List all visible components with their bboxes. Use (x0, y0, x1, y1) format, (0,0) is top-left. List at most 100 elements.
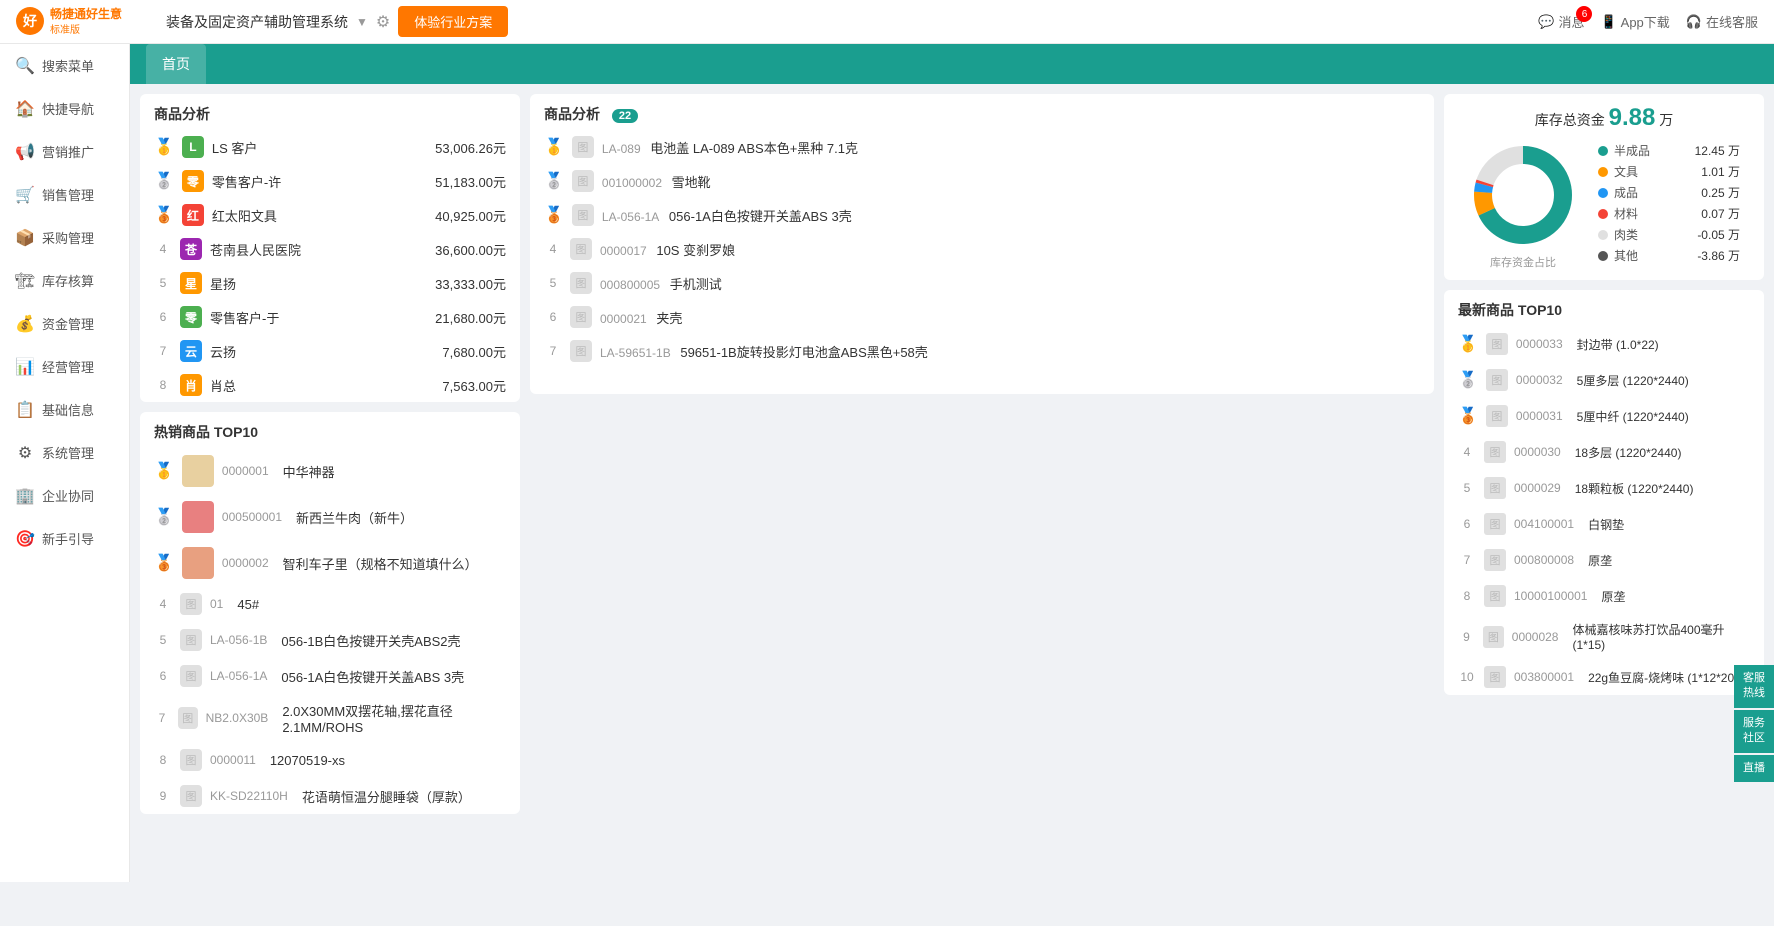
purchase-icon: 📦 (16, 229, 34, 247)
new-product-item: 🥇 图 0000033 封边带 (1.0*22) (1444, 326, 1764, 362)
float-service-btn[interactable]: 客服热线 (1734, 665, 1774, 708)
new-product-icon: 图 (1484, 513, 1506, 535)
sidebar-item-search[interactable]: 🔍搜索菜单 (0, 44, 129, 87)
main-content: 首页 商品分析 🥇 L LS 客户 53,006.26元 🥈 零 零售客户-许 … (130, 44, 1774, 882)
system-name: 装备及固定资产辅助管理系统 (166, 12, 348, 32)
finance-icon: 💰 (16, 315, 34, 333)
top-customer-item: 4 苍 苍南县人民医院 36,600.00元 (140, 232, 520, 266)
product-thumb-placeholder: 图 (180, 629, 202, 651)
product-thumb-placeholder: 图 (180, 785, 202, 807)
app-download-button[interactable]: 📱 App下载 (1600, 12, 1669, 31)
sidebar-item-base[interactable]: 📋基础信息 (0, 388, 129, 431)
sidebar-item-guide[interactable]: 🎯新手引导 (0, 517, 129, 560)
sidebar-item-operations[interactable]: 📊经营管理 (0, 345, 129, 388)
float-live-btn[interactable]: 直播 (1734, 755, 1774, 782)
legend-dot (1598, 209, 1608, 219)
legend-item: 材料 0.07 万 (1598, 205, 1740, 222)
new-product-item: 7 图 000800008 原垄 (1444, 542, 1764, 578)
donut-chart (1468, 140, 1578, 250)
right-panel: 库存总资金 9.88 万 (1444, 94, 1764, 872)
medal-bronze-icon: 🥉 (154, 205, 174, 225)
np-code: 003800001 (1514, 670, 1574, 684)
rank-num: 8 (154, 753, 172, 767)
medal-bronze-icon: 🥉 (1458, 406, 1478, 426)
customer-amount: 53,006.26元 (435, 138, 506, 157)
customer-amount: 40,925.00元 (435, 206, 506, 225)
customer-badge: 星 (180, 272, 202, 294)
legend-dot (1598, 167, 1608, 177)
np-code: 0000029 (1514, 481, 1561, 495)
mid-panel: 商品分析 22 🥇 图 LA-089 电池盖 LA-089 ABS本色+黑种 7… (530, 94, 1434, 872)
legend-value: 12.45 万 (1695, 142, 1740, 159)
new-product-icon: 图 (1484, 666, 1506, 688)
hot-product-item: 🥇 0000001 中华神器 (140, 448, 520, 494)
customer-amount: 51,183.00元 (435, 172, 506, 191)
new-product-icon: 图 (1484, 585, 1506, 607)
top-customer-item: 8 肖 肖总 7,563.00元 (140, 368, 520, 402)
np-name: 原垄 (1588, 552, 1612, 569)
sidebar-label: 搜索菜单 (42, 56, 94, 75)
rank-num: 6 (154, 669, 172, 683)
sidebar-item-inventory[interactable]: 🏗库存核算 (0, 259, 129, 302)
customer-name: 苍南县人民医院 (210, 240, 427, 259)
product-name: 056-1A白色按键开关盖ABS 3壳 (281, 667, 464, 686)
mid-products-card: 商品分析 22 🥇 图 LA-089 电池盖 LA-089 ABS本色+黑种 7… (530, 94, 1434, 394)
rank-num: 6 (544, 310, 562, 324)
mid-product-item: 7 图 LA-59651-1B 59651-1B旋转投影灯电池盒ABS黑色+58… (530, 334, 1434, 368)
legend-value: 1.01 万 (1701, 163, 1740, 180)
np-code: 0000028 (1512, 630, 1559, 644)
sidebar-label: 快捷导航 (42, 99, 94, 118)
medal-silver-icon: 🥈 (154, 171, 174, 191)
marketing-icon: 📢 (16, 143, 34, 161)
mid-product-name: 电池盖 LA-089 ABS本色+黑种 7.1克 (650, 141, 858, 156)
mid-product-item: 5 图 000800005 手机测试 (530, 266, 1434, 300)
hot-product-item: 6 图 LA-056-1A 056-1A白色按键开关盖ABS 3壳 (140, 658, 520, 694)
legend-label: 半成品 (1614, 142, 1689, 159)
hot-product-item: 8 图 0000011 12070519-xs (140, 742, 520, 778)
sidebar-item-system[interactable]: ⚙系统管理 (0, 431, 129, 474)
new-product-icon: 图 (1484, 441, 1506, 463)
message-button[interactable]: 💬 消息 6 (1538, 12, 1584, 31)
customer-amount: 33,333.00元 (435, 274, 506, 293)
hot-product-item: 🥉 0000002 智利车子里（规格不知道填什么） (140, 540, 520, 586)
np-code: 0000032 (1516, 373, 1563, 387)
inventory-legend: 半成品 12.45 万 文具 1.01 万 成品 0.25 万 材料 0.07 … (1598, 142, 1740, 268)
float-community-btn[interactable]: 服务社区 (1734, 710, 1774, 753)
rank-num: 9 (1458, 630, 1475, 644)
trial-button[interactable]: 体验行业方案 (398, 6, 508, 37)
sidebar-item-sales[interactable]: 🛒销售管理 (0, 173, 129, 216)
sidebar-item-nav[interactable]: 🏠 快捷导航 (0, 87, 129, 130)
dropdown-arrow-icon[interactable]: ▼ (356, 15, 368, 29)
product-thumb (182, 501, 214, 533)
legend-item: 半成品 12.45 万 (1598, 142, 1740, 159)
logo-icon: 好 (16, 7, 44, 35)
new-product-item: 5 图 0000029 18颗粒板 (1220*2440) (1444, 470, 1764, 506)
legend-item: 文具 1.01 万 (1598, 163, 1740, 180)
online-service-button[interactable]: 🎧 在线客服 (1686, 12, 1758, 31)
new-product-item: 6 图 004100001 白钢垫 (1444, 506, 1764, 542)
medal-bronze-icon: 🥉 (544, 205, 564, 225)
medal-silver-icon: 🥈 (1458, 370, 1478, 390)
customer-amount: 36,600.00元 (435, 240, 506, 259)
np-code: 0000033 (1516, 337, 1563, 351)
sidebar-item-finance[interactable]: 💰资金管理 (0, 302, 129, 345)
sidebar-item-purchase[interactable]: 📦采购管理 (0, 216, 129, 259)
top-customers-title: 商品分析 (140, 94, 520, 130)
rank-num: 5 (1458, 481, 1476, 495)
mid-product-code: 0000021 (600, 312, 647, 326)
inventory-summary: 库存总资金 9.88 万 (1444, 94, 1764, 280)
customer-name: 红太阳文具 (212, 206, 427, 225)
gear-icon[interactable]: ⚙ (376, 12, 390, 32)
nav-icon: 🏠 (16, 100, 34, 118)
tab-home[interactable]: 首页 (146, 44, 206, 84)
new-product-item: 10 图 003800001 22g鱼豆腐-烧烤味 (1*12*20) (1444, 659, 1764, 695)
medal-bronze-icon: 🥉 (154, 553, 174, 573)
np-name: 5厘中纤 (1220*2440) (1577, 408, 1689, 425)
legend-dot (1598, 230, 1608, 240)
message-icon: 💬 (1538, 14, 1554, 30)
logo-text: 畅捷通好生意 (50, 7, 122, 21)
sidebar-item-company[interactable]: 🏢企业协同 (0, 474, 129, 517)
sidebar-item-marketing[interactable]: 📢营销推广 (0, 130, 129, 173)
rank-num: 7 (544, 344, 562, 358)
hot-products-card: 热销商品 TOP10 🥇 0000001 中华神器 🥈 000500001 新西… (140, 412, 520, 814)
